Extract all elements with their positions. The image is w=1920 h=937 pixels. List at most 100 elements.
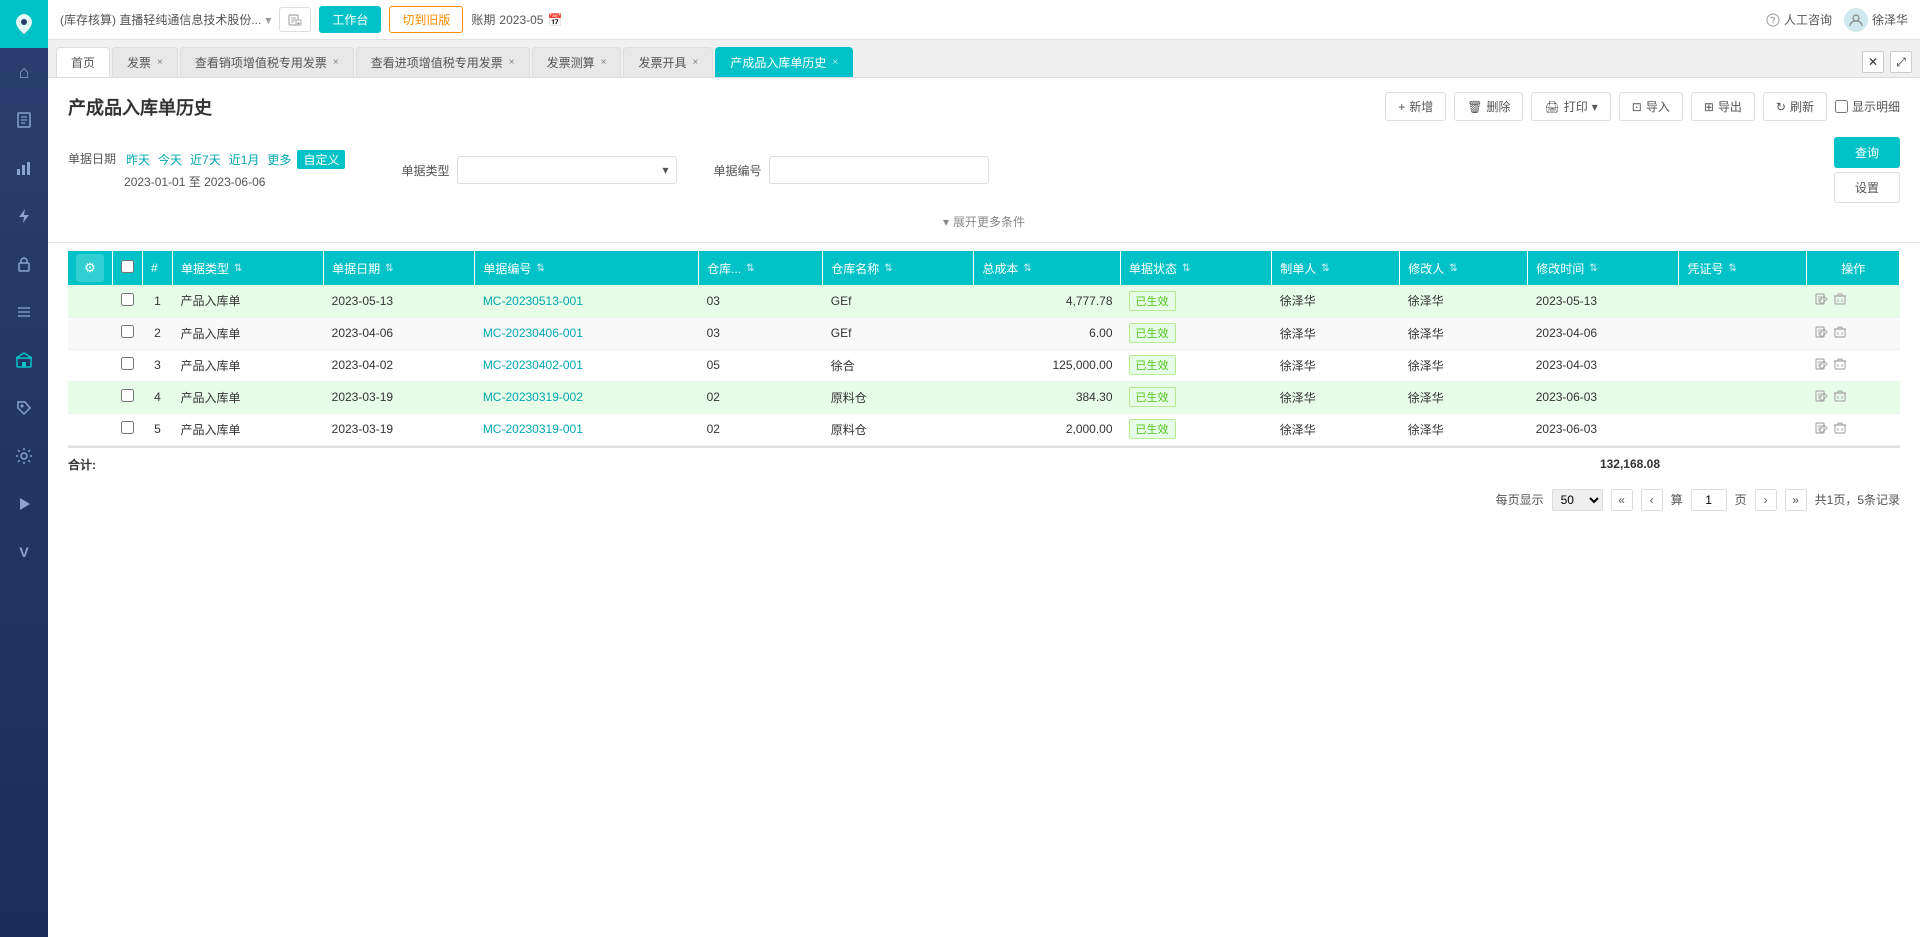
tab-home[interactable]: 首页	[56, 47, 110, 77]
row-delete-icon[interactable]	[1833, 292, 1847, 309]
row-number[interactable]: MC-20230319-002	[475, 381, 699, 413]
th-wh-name[interactable]: 仓库名称⇅	[823, 251, 974, 285]
page-num-input[interactable]	[1691, 489, 1727, 511]
tab-sales-vat[interactable]: 查看销项增值税专用发票 ×	[180, 47, 354, 77]
switch-old-btn[interactable]: 切到旧版	[389, 6, 463, 33]
refresh-btn[interactable]: ↻ 刷新	[1763, 92, 1827, 121]
first-page-btn[interactable]: «	[1611, 489, 1633, 511]
th-modifier[interactable]: 修改人⇅	[1400, 251, 1528, 285]
row-checkbox-cell[interactable]	[113, 285, 143, 317]
row-edit-icon[interactable]	[1815, 325, 1829, 342]
tab-invoice-calc-close[interactable]: ×	[601, 57, 607, 68]
row-edit-icon[interactable]	[1815, 421, 1829, 438]
th-total-cost[interactable]: 总成本⇅	[974, 251, 1121, 285]
print-btn[interactable]: 🖨 打印 ▾	[1531, 92, 1610, 121]
row-delete-icon[interactable]	[1833, 421, 1847, 438]
row-checkbox[interactable]	[121, 293, 134, 306]
tab-purchase-vat[interactable]: 查看进项增值税专用发票 ×	[356, 47, 530, 77]
user-menu[interactable]: 徐泽华	[1844, 8, 1908, 32]
tab-purchase-vat-close[interactable]: ×	[509, 57, 515, 68]
workbench-btn[interactable]: 工作台	[319, 6, 381, 33]
row-number[interactable]: MC-20230513-001	[475, 285, 699, 317]
th-modify-time[interactable]: 修改时间⇅	[1528, 251, 1679, 285]
sidebar-item-chart[interactable]	[0, 144, 48, 192]
row-delete-icon[interactable]	[1833, 357, 1847, 374]
tab-close-all-btn[interactable]: ✕	[1862, 51, 1884, 73]
th-number[interactable]: 单据编号⇅	[475, 251, 699, 285]
tab-sales-vat-close[interactable]: ×	[333, 57, 339, 68]
date-opt-7days[interactable]: 近7天	[188, 151, 223, 168]
row-number[interactable]: MC-20230406-001	[475, 317, 699, 349]
row-delete-icon[interactable]	[1833, 389, 1847, 406]
date-opt-custom[interactable]: 自定义	[297, 150, 345, 169]
date-opt-today[interactable]: 今天	[156, 151, 184, 168]
sidebar-item-list[interactable]	[0, 288, 48, 336]
sidebar-item-lock[interactable]	[0, 240, 48, 288]
column-settings-icon[interactable]: ⚙	[76, 254, 104, 282]
th-voucher[interactable]: 凭证号⇅	[1679, 251, 1807, 285]
query-btn[interactable]: 查询	[1834, 137, 1900, 168]
row-checkbox[interactable]	[121, 421, 134, 434]
row-edit-icon[interactable]	[1815, 292, 1829, 309]
import-btn[interactable]: ⊡ 导入	[1619, 92, 1683, 121]
date-opt-yesterday[interactable]: 昨天	[124, 151, 152, 168]
last-page-btn[interactable]: »	[1785, 489, 1807, 511]
sidebar-item-settings[interactable]	[0, 432, 48, 480]
row-edit-icon[interactable]	[1815, 389, 1829, 406]
display-toggle-checkbox[interactable]	[1835, 100, 1848, 113]
per-page-select[interactable]: 50 100 200	[1552, 489, 1603, 511]
company-selector[interactable]: (库存核算) 直播轻纯通信息技术股份... ▾	[60, 11, 271, 28]
th-status[interactable]: 单据状态⇅	[1121, 251, 1272, 285]
sidebar-item-play[interactable]	[0, 480, 48, 528]
row-edit-icon[interactable]	[1815, 357, 1829, 374]
delete-btn[interactable]: 🗑 删除	[1454, 92, 1523, 121]
th-date[interactable]: 单据日期⇅	[324, 251, 475, 285]
number-filter-input[interactable]	[769, 156, 989, 184]
row-checkbox-cell[interactable]	[113, 381, 143, 413]
row-number[interactable]: MC-20230319-001	[475, 413, 699, 445]
row-checkbox[interactable]	[121, 357, 134, 370]
row-checkbox-cell[interactable]	[113, 413, 143, 445]
tab-invoice-issue-close[interactable]: ×	[692, 57, 698, 68]
th-settings[interactable]: ⚙	[68, 251, 113, 285]
tab-invoice-close[interactable]: ×	[157, 57, 163, 68]
sidebar-item-doc[interactable]	[0, 96, 48, 144]
sidebar-item-v[interactable]: V	[0, 528, 48, 576]
row-checkbox[interactable]	[121, 389, 134, 402]
sidebar-item-tag[interactable]	[0, 384, 48, 432]
app-logo[interactable]	[0, 0, 48, 48]
period-calendar-icon[interactable]: 📅	[547, 13, 562, 27]
tab-invoice-issue[interactable]: 发票开具 ×	[623, 47, 713, 77]
th-creator[interactable]: 制单人⇅	[1272, 251, 1400, 285]
tab-maximize-btn[interactable]: ⤢	[1890, 51, 1912, 73]
tab-invoice[interactable]: 发票 ×	[112, 47, 178, 77]
row-checkbox[interactable]	[121, 325, 134, 338]
new-btn[interactable]: + 新增	[1385, 92, 1446, 121]
expand-more-btn[interactable]: ▾ 展开更多条件	[68, 209, 1900, 234]
th-checkbox[interactable]	[113, 251, 143, 285]
sidebar-item-lightning[interactable]	[0, 192, 48, 240]
th-wh-code[interactable]: 仓库...⇅	[699, 251, 823, 285]
sidebar-item-warehouse[interactable]	[0, 336, 48, 384]
display-toggle[interactable]: 显示明细	[1835, 98, 1900, 115]
export-btn[interactable]: ⊞ 导出	[1691, 92, 1755, 121]
prev-page-btn[interactable]: ‹	[1641, 489, 1663, 511]
select-all-checkbox[interactable]	[121, 260, 134, 273]
row-checkbox-cell[interactable]	[113, 317, 143, 349]
company-dropdown-icon[interactable]: ▾	[265, 13, 271, 27]
tab-product-history-close[interactable]: ×	[832, 57, 838, 68]
tab-invoice-calc[interactable]: 发票测算 ×	[532, 47, 622, 77]
doc-type-btn[interactable]	[279, 7, 311, 32]
date-opt-more[interactable]: 更多	[265, 151, 293, 168]
type-filter-select[interactable]: ▾	[457, 156, 677, 184]
sidebar-item-home[interactable]: ⌂	[0, 48, 48, 96]
tab-product-history[interactable]: 产成品入库单历史 ×	[715, 47, 853, 77]
row-delete-icon[interactable]	[1833, 325, 1847, 342]
next-page-btn[interactable]: ›	[1755, 489, 1777, 511]
settings-btn[interactable]: 设置	[1834, 172, 1900, 203]
th-type[interactable]: 单据类型⇅	[173, 251, 324, 285]
help-btn[interactable]: 人工咨询	[1766, 11, 1832, 28]
row-number[interactable]: MC-20230402-001	[475, 349, 699, 381]
date-opt-1month[interactable]: 近1月	[227, 151, 262, 168]
row-checkbox-cell[interactable]	[113, 349, 143, 381]
